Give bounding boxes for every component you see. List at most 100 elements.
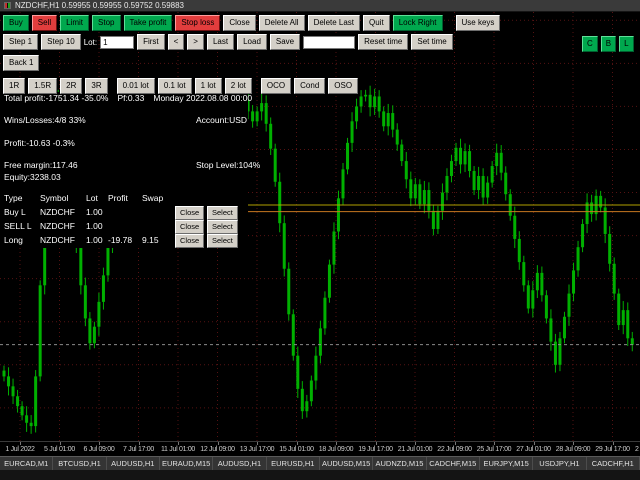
- time-axis-label: 11 Jul 01:00: [160, 446, 196, 453]
- time-axis-tick: [59, 442, 61, 445]
- btn-limit[interactable]: Limit: [60, 15, 90, 31]
- btn-use-keys[interactable]: Use keys: [455, 15, 501, 31]
- btn-stop[interactable]: Stop: [92, 15, 121, 31]
- btn-close[interactable]: Close: [223, 15, 256, 31]
- chart-tab-audnzd-m15[interactable]: AUDNZD,M15: [373, 457, 427, 470]
- btn-cond[interactable]: Cond: [294, 78, 326, 94]
- row-close-button[interactable]: Close: [175, 220, 205, 234]
- candle: [562, 311, 566, 344]
- btn-1-5r[interactable]: 1.5R: [28, 78, 58, 94]
- candle: [608, 226, 612, 272]
- candle: [617, 288, 621, 331]
- btn-sell[interactable]: Sell: [31, 15, 58, 31]
- btn-reset-time[interactable]: Reset time: [358, 34, 409, 50]
- btn-delete-all[interactable]: Delete All: [258, 15, 305, 31]
- corner-b-button[interactable]: B: [600, 36, 617, 52]
- btn-lock-right[interactable]: Lock Right: [392, 15, 443, 31]
- candle: [513, 206, 517, 249]
- btn-buy[interactable]: Buy: [3, 15, 29, 31]
- candle: [278, 172, 282, 233]
- row-select-button[interactable]: Select: [207, 220, 238, 234]
- btn-1r[interactable]: 1R: [3, 78, 26, 94]
- btn-step-10[interactable]: Step 10: [41, 34, 81, 50]
- time-axis-label: 25 Jul 17:00: [476, 446, 512, 453]
- chart-tab-audusd-h1[interactable]: AUDUSD,H1: [213, 457, 267, 470]
- btn-step-1[interactable]: Step 1: [3, 34, 39, 50]
- btn-first[interactable]: First: [137, 34, 165, 50]
- chart-tabbar: EURCAD,M1 BTCUSD,H1 AUDUSD,H1 EURAUD,M15 AUD…: [0, 456, 640, 470]
- table-header-row: Type Symbol Lot Profit Swap: [4, 192, 246, 206]
- candle: [540, 266, 544, 302]
- corner-c-button[interactable]: C: [582, 36, 598, 52]
- corner-l-button[interactable]: L: [619, 36, 634, 52]
- btn-save[interactable]: Save: [269, 34, 301, 50]
- row-select-button[interactable]: Select: [207, 206, 238, 220]
- time-axis-label: 22 Jul 09:00: [437, 446, 472, 453]
- toolbar-row-4: 1R 1.5R 2R 3R 0.01 lot 0.1 lot 1 lot 2 lot OCO Co…: [3, 78, 359, 94]
- btn-delete-last[interactable]: Delete Last: [307, 15, 361, 31]
- btn-oco[interactable]: OCO: [260, 78, 292, 94]
- time-axis-label: 12 Jul 09:00: [200, 446, 235, 453]
- cell-symbol: NZDCHF: [40, 207, 75, 217]
- btn-back-1[interactable]: Back 1: [3, 55, 40, 71]
- chart-tab-euraud-m15[interactable]: EURAUD,M15: [160, 457, 214, 470]
- candle: [553, 333, 557, 373]
- time-axis-label: 28 Jul 09:00: [555, 446, 591, 453]
- row-select-button[interactable]: Select: [207, 234, 238, 248]
- wins-losses-text: Wins/Losses:4/8 33%: [4, 115, 86, 125]
- step-forward-button[interactable]: >: [187, 34, 204, 50]
- time-input[interactable]: [303, 35, 356, 49]
- candle: [477, 166, 481, 200]
- btn-oso[interactable]: OSO: [328, 78, 359, 94]
- btn-2r[interactable]: 2R: [60, 78, 83, 94]
- time-axis-tick: [494, 442, 495, 445]
- free-margin-text: Free margin:117.46: [4, 160, 78, 170]
- cell-type: Long: [4, 235, 23, 245]
- candle: [386, 103, 390, 136]
- chart-tab-audusd-m15[interactable]: AUDUSD,M15: [320, 457, 374, 470]
- time-axis-label: 15 Jul 01:00: [279, 446, 314, 453]
- btn-stop-loss[interactable]: Stop loss: [175, 15, 221, 31]
- btn-0-01-lot[interactable]: 0.01 lot: [116, 78, 155, 94]
- cell-type: Buy L: [4, 207, 26, 217]
- btn-quit[interactable]: Quit: [363, 15, 390, 31]
- step-back-button[interactable]: <: [167, 34, 185, 50]
- btn-1-lot[interactable]: 1 lot: [194, 78, 222, 94]
- time-axis-tick: [612, 442, 614, 445]
- corner-buttons: CBL: [582, 36, 634, 52]
- chart-tab-usdjpy-h1[interactable]: USDJPY,H1: [533, 457, 587, 470]
- chart-titlebar: NZDCHF,H1 0.59955 0.59955 0.59752 0.5988…: [0, 0, 640, 12]
- btn-0-1-lot[interactable]: 0.1 lot: [157, 78, 192, 94]
- candle: [2, 365, 6, 382]
- lot-input[interactable]: [100, 35, 135, 49]
- chart-tab-cadchf-h1[interactable]: CADCHF,H1: [587, 457, 640, 470]
- candle: [472, 166, 476, 196]
- btn-last[interactable]: Last: [206, 34, 235, 50]
- candle: [332, 222, 336, 274]
- btn-3r[interactable]: 3R: [85, 78, 108, 94]
- candle: [440, 183, 444, 220]
- chart-tab-btcusd-h1[interactable]: BTCUSD,H1: [53, 457, 107, 470]
- chart-tab-cadchf-m15[interactable]: CADCHF,M15: [427, 457, 480, 470]
- candle: [251, 105, 255, 128]
- candle: [517, 231, 521, 270]
- btn-take-profit[interactable]: Take profit: [123, 15, 173, 31]
- btn-set-time[interactable]: Set time: [411, 34, 453, 50]
- chart-tab-eurusd-h1[interactable]: EURUSD,H1: [267, 457, 320, 470]
- btn-2-lot[interactable]: 2 lot: [224, 78, 252, 94]
- btn-load[interactable]: Load: [237, 34, 267, 50]
- candle: [364, 89, 368, 102]
- candle: [323, 291, 327, 335]
- candle: [585, 193, 589, 234]
- candle: [490, 161, 494, 188]
- chart-tab-eurcad-m1[interactable]: EURCAD,M1: [0, 457, 54, 470]
- total-profit-text: Total profit:-1751.34 -35.0%: [4, 93, 109, 103]
- cell-symbol: NZDCHF: [40, 235, 75, 245]
- chart-tab-eurjpy-m15[interactable]: EURJPY,M15: [480, 457, 534, 470]
- candle: [495, 143, 499, 176]
- candle: [621, 301, 625, 335]
- chart-tab-audusd-h1[interactable]: AUDUSD,H1: [107, 457, 160, 470]
- row-close-button[interactable]: Close: [175, 234, 205, 248]
- candle: [305, 394, 309, 418]
- row-close-button[interactable]: Close: [175, 206, 205, 220]
